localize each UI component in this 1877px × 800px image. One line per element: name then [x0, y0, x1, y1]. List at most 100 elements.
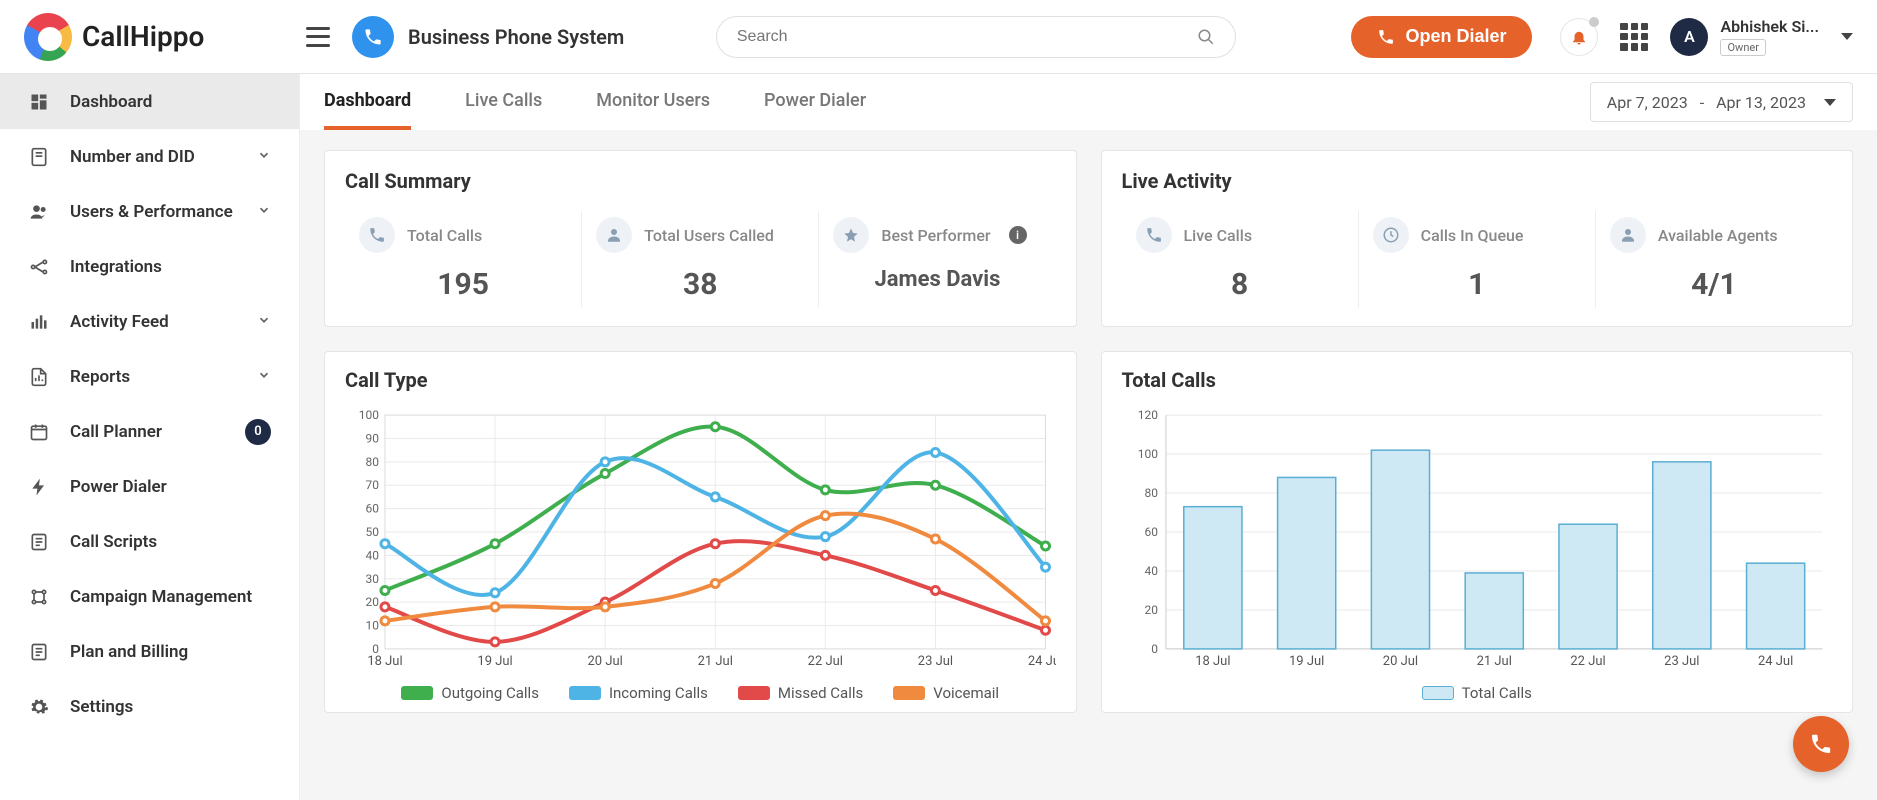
search-input[interactable]	[716, 16, 1236, 58]
sidebar-item-campaign-management[interactable]: Campaign Management	[0, 569, 299, 624]
svg-text:20 Jul: 20 Jul	[1382, 654, 1417, 669]
sidebar-item-power-dialer[interactable]: Power Dialer	[0, 459, 299, 514]
phone-system-icon[interactable]	[352, 16, 394, 58]
star-icon	[833, 217, 869, 253]
svg-text:19 Jul: 19 Jul	[477, 654, 512, 669]
svg-text:60: 60	[365, 502, 379, 516]
sidebar-item-settings[interactable]: Settings	[0, 679, 299, 734]
sidebar-item-number-and-did[interactable]: Number and DID	[0, 129, 299, 184]
sidebar-item-reports[interactable]: Reports	[0, 349, 299, 404]
svg-text:20 Jul: 20 Jul	[588, 654, 623, 669]
sidebar-item-call-planner[interactable]: Call Planner 0	[0, 404, 299, 459]
tab-live-calls[interactable]: Live Calls	[465, 74, 542, 130]
legend-item[interactable]: Voicemail	[893, 684, 999, 702]
sidebar-item-label: Call Planner	[70, 422, 162, 442]
svg-text:24 Jul: 24 Jul	[1757, 654, 1792, 669]
call-type-chart-card: Call Type 010203040506070809010018 Jul19…	[324, 351, 1077, 713]
legend-item[interactable]: Missed Calls	[738, 684, 863, 702]
stat-live-calls: Live Calls 8	[1122, 211, 1359, 308]
user-menu[interactable]: A Abhishek Si... Owner	[1670, 17, 1853, 56]
sidebar-item-label: Dashboard	[70, 92, 152, 112]
svg-text:24 Jul: 24 Jul	[1028, 654, 1056, 669]
sidebar-item-label: Call Scripts	[70, 532, 157, 552]
avatar: A	[1670, 18, 1708, 56]
sidebar-item-integrations[interactable]: Integrations	[0, 239, 299, 294]
legend-item[interactable]: Total Calls	[1422, 684, 1532, 702]
legend-item[interactable]: Incoming Calls	[569, 684, 708, 702]
legend-label: Outgoing Calls	[441, 684, 539, 702]
notifications-button[interactable]	[1560, 18, 1598, 56]
live-activity-card: Live Activity Live Calls 8 Calls In Queu…	[1101, 150, 1854, 327]
svg-text:80: 80	[1144, 486, 1158, 500]
call-live-icon	[1136, 217, 1172, 253]
stat-available-agents: Available Agents 4/1	[1596, 211, 1832, 308]
legend-swatch-icon	[1422, 686, 1454, 700]
reports-icon	[28, 366, 50, 388]
sidebar-item-label: Settings	[70, 697, 133, 717]
svg-text:20: 20	[365, 595, 379, 609]
date-range-picker[interactable]: Apr 7, 2023 - Apr 13, 2023	[1590, 82, 1853, 122]
agents-icon	[1610, 217, 1646, 253]
svg-text:22 Jul: 22 Jul	[1570, 654, 1605, 669]
tab-power-dialer[interactable]: Power Dialer	[764, 74, 866, 130]
call-summary-title: Call Summary	[345, 169, 1056, 193]
sidebar-item-label: Plan and Billing	[70, 642, 188, 662]
sidebar-item-label: Users & Performance	[70, 202, 233, 222]
menu-toggle-icon[interactable]	[306, 27, 330, 47]
dialer-fab-button[interactable]	[1793, 716, 1849, 772]
sidebar-badge: 0	[245, 419, 271, 445]
tab-dashboard[interactable]: Dashboard	[324, 74, 411, 130]
script-icon	[28, 531, 50, 553]
billing-icon	[28, 641, 50, 663]
sidebar-item-users-performance[interactable]: Users & Performance	[0, 184, 299, 239]
stat-label: Total Calls	[407, 226, 482, 245]
info-icon[interactable]: i	[1009, 226, 1027, 244]
stat-label: Available Agents	[1658, 226, 1778, 245]
chevron-down-icon	[257, 312, 271, 332]
svg-text:60: 60	[1144, 525, 1158, 539]
date-sep: -	[1700, 93, 1704, 112]
open-dialer-label: Open Dialer	[1405, 26, 1506, 47]
legend-label: Missed Calls	[778, 684, 863, 702]
svg-text:30: 30	[365, 572, 379, 586]
number-icon	[28, 146, 50, 168]
main-content: Dashboard Live Calls Monitor Users Power Di…	[300, 74, 1877, 800]
brand[interactable]: CallHippo	[24, 13, 284, 61]
search-field[interactable]	[737, 28, 1197, 46]
app-header: CallHippo Business Phone System Open Dia…	[0, 0, 1877, 74]
sidebar-item-call-scripts[interactable]: Call Scripts	[0, 514, 299, 569]
stat-best-performer: Best Performer i James Davis	[819, 211, 1055, 308]
sidebar-item-plan-and-billing[interactable]: Plan and Billing	[0, 624, 299, 679]
svg-text:10: 10	[365, 619, 379, 633]
tab-monitor-users[interactable]: Monitor Users	[596, 74, 710, 130]
chevron-down-icon	[257, 367, 271, 387]
call-type-chart: 010203040506070809010018 Jul19 Jul20 Jul…	[345, 400, 1056, 682]
sidebar-item-dashboard[interactable]: Dashboard	[0, 74, 299, 129]
chevron-down-icon	[1824, 99, 1836, 106]
svg-text:22 Jul: 22 Jul	[808, 654, 843, 669]
sidebar-item-label: Campaign Management	[70, 587, 252, 607]
legend-swatch-icon	[401, 686, 433, 700]
chevron-down-icon	[257, 202, 271, 222]
brand-name: CallHippo	[82, 20, 204, 53]
stat-value: 8	[1136, 267, 1344, 302]
call-summary-card: Call Summary Total Calls 195 Total Users…	[324, 150, 1077, 327]
svg-text:21 Jul: 21 Jul	[698, 654, 733, 669]
svg-text:40: 40	[365, 548, 379, 562]
svg-text:100: 100	[359, 408, 379, 422]
open-dialer-button[interactable]: Open Dialer	[1351, 16, 1532, 58]
sidebar: Dashboard Number and DID Users & Perform…	[0, 74, 300, 800]
stat-label: Best Performer	[881, 226, 990, 245]
activity-icon	[28, 311, 50, 333]
queue-icon	[1373, 217, 1409, 253]
user-name: Abhishek Si...	[1720, 17, 1819, 36]
search-icon	[1197, 28, 1215, 46]
sidebar-item-activity-feed[interactable]: Activity Feed	[0, 294, 299, 349]
phone-icon	[1377, 28, 1395, 46]
svg-text:19 Jul: 19 Jul	[1289, 654, 1324, 669]
legend-item[interactable]: Outgoing Calls	[401, 684, 539, 702]
apps-grid-icon[interactable]	[1620, 23, 1648, 51]
call-type-legend: Outgoing Calls Incoming Calls Missed Calls…	[345, 684, 1056, 702]
sidebar-item-label: Activity Feed	[70, 312, 169, 332]
users-icon	[28, 201, 50, 223]
